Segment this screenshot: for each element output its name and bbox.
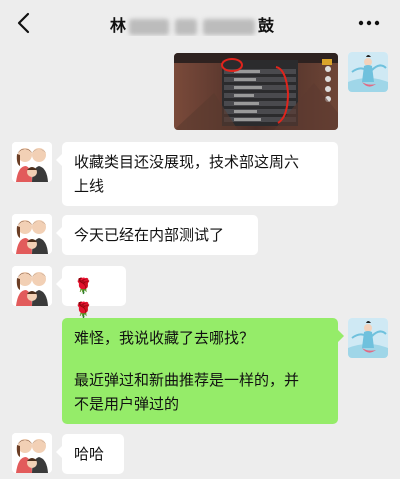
message-line: 难怪，我说收藏了去哪找？ bbox=[74, 329, 255, 347]
my-avatar[interactable] bbox=[348, 52, 388, 92]
incoming-message[interactable]: 🌹 🌹 bbox=[56, 266, 126, 319]
chevron-left-icon bbox=[17, 12, 30, 34]
friend-avatar[interactable] bbox=[12, 433, 52, 473]
my-avatar[interactable] bbox=[348, 318, 388, 358]
redacted-block bbox=[203, 18, 256, 35]
message-line: 收藏类目还没展现，技术部这周六 bbox=[74, 153, 300, 171]
avatar-cartoon-family-icon bbox=[12, 142, 52, 182]
rose-emoji: 🌹 🌹 bbox=[74, 277, 93, 319]
friend-avatar[interactable] bbox=[12, 266, 52, 306]
chat-title: 林鼓 bbox=[110, 12, 300, 36]
incoming-message[interactable]: 收藏类目还没展现，技术部这周六 上线 bbox=[56, 142, 338, 206]
avatar-cartoon-family-icon bbox=[12, 266, 52, 306]
avatar-dancer-image bbox=[348, 52, 388, 92]
title-start: 林 bbox=[110, 16, 127, 35]
message-line: 今天已经在内部测试了 bbox=[74, 226, 225, 244]
message-line: 哈哈 bbox=[74, 445, 105, 463]
incoming-message[interactable]: 哈哈 bbox=[56, 434, 124, 474]
avatar-dancer-image bbox=[348, 318, 388, 358]
avatar-cartoon-family-icon bbox=[12, 433, 52, 473]
message-line: 最近弹过和新曲推荐是一样的，并 bbox=[74, 371, 300, 389]
redacted-block bbox=[175, 18, 198, 35]
outgoing-message[interactable]: 难怪，我说收藏了去哪找？ 最近弹过和新曲推荐是一样的，并 不是用户弹过的 bbox=[62, 318, 344, 424]
chat-screen: 林鼓 收藏类目还没展现，技术部这周六 上线 今天已经在内部测试了 🌹 🌹 难怪，… bbox=[0, 0, 400, 479]
friend-avatar[interactable] bbox=[12, 214, 52, 254]
image-message[interactable] bbox=[174, 53, 338, 130]
avatar-cartoon-family-icon bbox=[12, 214, 52, 254]
message-line: 上线 bbox=[74, 177, 105, 195]
message-line: 不是用户弹过的 bbox=[74, 395, 180, 413]
redacted-block bbox=[129, 18, 170, 35]
title-end: 鼓 bbox=[258, 16, 275, 35]
back-button[interactable] bbox=[8, 8, 38, 38]
screenshot-thumbnail bbox=[174, 53, 338, 130]
incoming-message[interactable]: 今天已经在内部测试了 bbox=[56, 215, 258, 255]
ellipsis-icon bbox=[358, 20, 380, 26]
chat-header: 林鼓 bbox=[0, 0, 400, 46]
friend-avatar[interactable] bbox=[12, 142, 52, 182]
more-button[interactable] bbox=[354, 10, 384, 36]
